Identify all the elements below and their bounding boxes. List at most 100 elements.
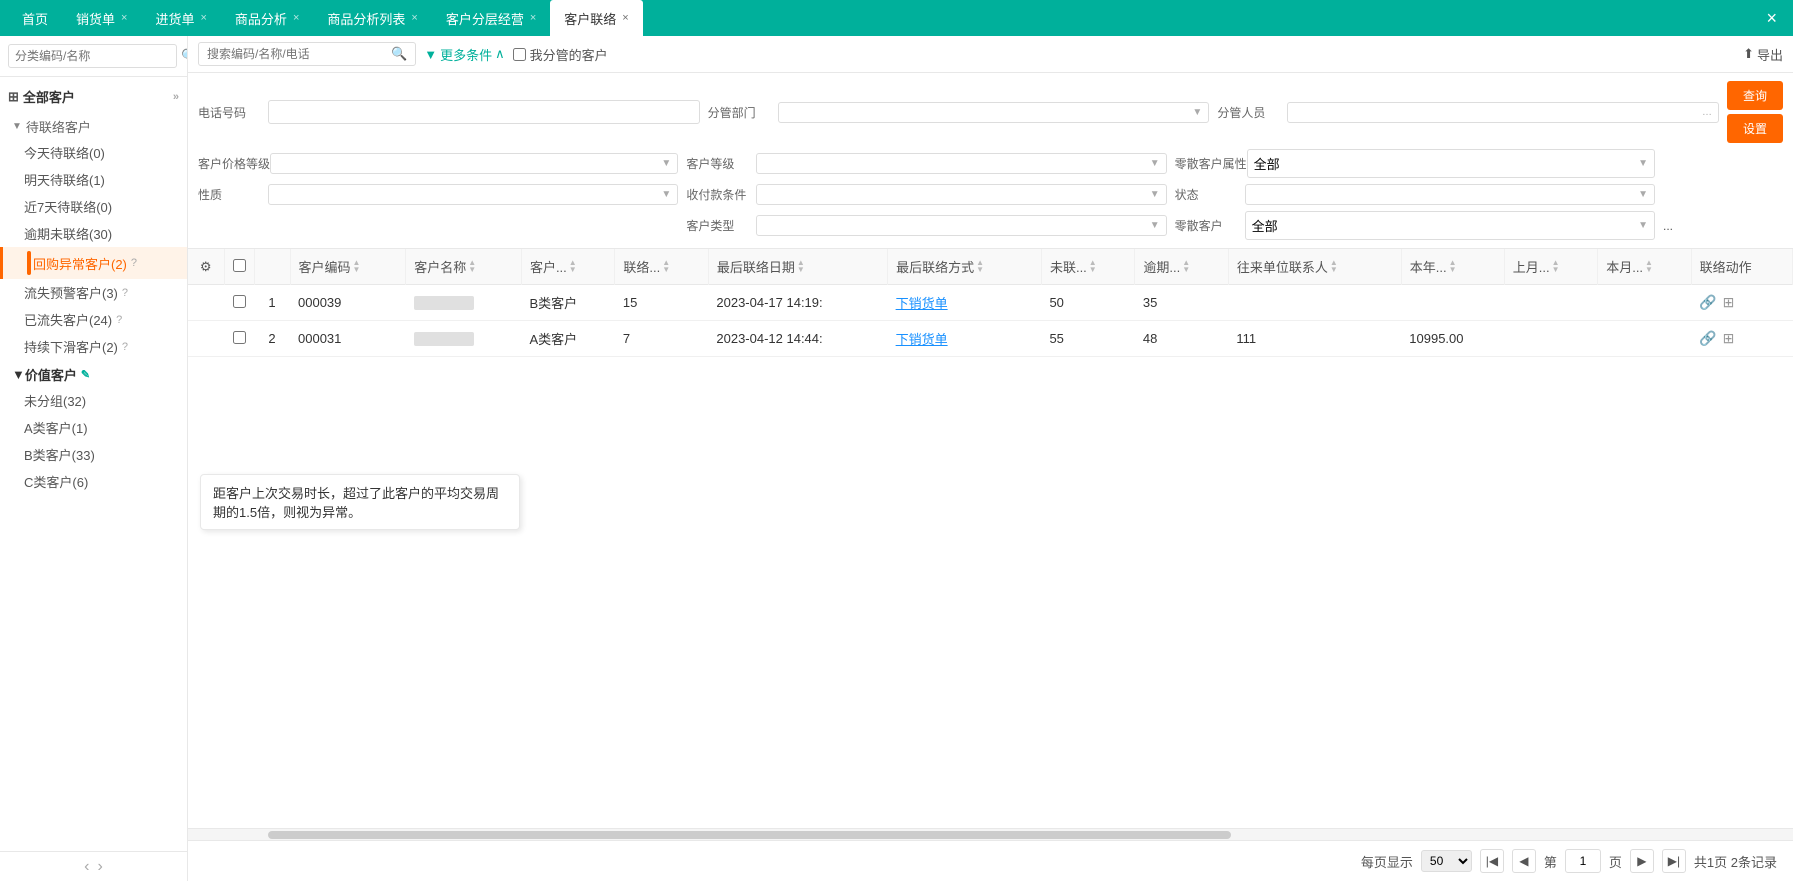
- first-page-btn[interactable]: |◀: [1480, 849, 1504, 873]
- sidebar-item-7day-contact[interactable]: 近7天待联络(0): [0, 193, 187, 220]
- sidebar-search-input[interactable]: [8, 44, 177, 68]
- nature-select[interactable]: ▼: [268, 184, 678, 205]
- customer-type-select[interactable]: ▼: [756, 215, 1166, 236]
- person-select[interactable]: …: [1287, 102, 1719, 123]
- dept-select[interactable]: ▼: [778, 102, 1210, 123]
- help-icon-churned[interactable]: ?: [116, 314, 122, 326]
- row2-link-icon[interactable]: 🔗: [1699, 330, 1716, 347]
- row2-grid-icon[interactable]: ⊞: [1723, 330, 1735, 347]
- help-icon-churn[interactable]: ?: [122, 287, 128, 299]
- help-icon-declining[interactable]: ?: [122, 341, 128, 353]
- sidebar-scroll-right[interactable]: ›: [98, 858, 103, 876]
- main-search-input[interactable]: [207, 47, 387, 61]
- row1-link-icon[interactable]: 🔗: [1699, 294, 1716, 311]
- phone-input[interactable]: [268, 100, 700, 124]
- close-purchase-tab[interactable]: ×: [200, 12, 206, 24]
- row1-name: [406, 285, 522, 321]
- select-all-checkbox[interactable]: [233, 259, 246, 272]
- active-bar: [27, 251, 31, 275]
- sort-last-method[interactable]: ▲▼: [976, 260, 984, 273]
- main-search-icon[interactable]: 🔍: [391, 46, 407, 62]
- th-last-month: 上月... ▲▼: [1504, 249, 1597, 285]
- more-btn[interactable]: ...: [1663, 219, 1673, 233]
- last-page-btn[interactable]: ▶|: [1662, 849, 1686, 873]
- sidebar-item-all-customers[interactable]: ⊞ 全部客户 »: [0, 81, 187, 112]
- row1-index: 1: [254, 285, 290, 321]
- nav-home[interactable]: 首页: [8, 0, 62, 36]
- nav-product-analysis-list[interactable]: 商品分析列表 ×: [313, 0, 431, 36]
- sort-this-year[interactable]: ▲▼: [1449, 260, 1457, 273]
- sidebar-item-ungrouped[interactable]: 未分组(32): [0, 387, 187, 414]
- sort-this-month[interactable]: ▲▼: [1645, 260, 1653, 273]
- retail-attr-select[interactable]: 全部 ▼: [1247, 149, 1655, 178]
- payment-select[interactable]: ▼: [756, 184, 1166, 205]
- sort-unit-contact[interactable]: ▲▼: [1330, 260, 1338, 273]
- th-last-contact-method: 最后联络方式 ▲▼: [888, 249, 1042, 285]
- settings-btn[interactable]: 设置: [1727, 114, 1783, 143]
- sidebar-item-c-class[interactable]: C类客户(6): [0, 468, 187, 495]
- prev-page-btn[interactable]: ◀: [1512, 849, 1536, 873]
- scrollbar-thumb[interactable]: [268, 831, 1231, 839]
- sort-type[interactable]: ▲▼: [569, 260, 577, 273]
- customer-level-select[interactable]: ▼: [756, 153, 1166, 174]
- row1-grid-icon[interactable]: ⊞: [1723, 294, 1735, 311]
- nav-sales[interactable]: 销货单 ×: [62, 0, 141, 36]
- nav-customer-segmentation[interactable]: 客户分层经营 ×: [432, 0, 550, 36]
- row2-select-checkbox[interactable]: [233, 331, 246, 344]
- sort-last-date[interactable]: ▲▼: [797, 260, 805, 273]
- sidebar-item-a-class[interactable]: A类客户(1): [0, 414, 187, 441]
- page-number-input[interactable]: [1565, 849, 1601, 873]
- more-conditions-btn[interactable]: ▼ 更多条件 ∧: [424, 45, 504, 64]
- filter-retail-attr: 零散客户属性 全部 ▼: [1175, 149, 1655, 178]
- sort-overdue[interactable]: ▲▼: [1182, 260, 1190, 273]
- sort-name[interactable]: ▲▼: [468, 260, 476, 273]
- th-code: 客户编码 ▲▼: [290, 249, 406, 285]
- sidebar-item-today-contact[interactable]: 今天待联络(0): [0, 139, 187, 166]
- close-product-analysis-tab[interactable]: ×: [293, 12, 299, 24]
- query-btn[interactable]: 查询: [1727, 81, 1783, 110]
- sort-uncontacted[interactable]: ▲▼: [1089, 260, 1097, 273]
- sidebar-item-b-class[interactable]: B类客户(33): [0, 441, 187, 468]
- next-page-btn[interactable]: ▶: [1630, 849, 1654, 873]
- sidebar-item-tomorrow-contact[interactable]: 明天待联络(1): [0, 166, 187, 193]
- close-product-analysis-list-tab[interactable]: ×: [411, 12, 417, 24]
- nav-purchase[interactable]: 进货单 ×: [141, 0, 220, 36]
- page-size-select[interactable]: 50 20 100: [1421, 850, 1472, 872]
- sidebar-scroll-left[interactable]: ‹: [84, 858, 89, 876]
- sidebar-item-churn-warning[interactable]: 流失预警客户(3) ?: [0, 279, 187, 306]
- sidebar-item-repurchase-abnormal[interactable]: 回购异常客户(2) ?: [0, 247, 187, 279]
- sidebar-collapse-icon[interactable]: »: [173, 91, 179, 103]
- sidebar-item-churned[interactable]: 已流失客户(24) ?: [0, 306, 187, 333]
- my-customers-checkbox[interactable]: [513, 48, 526, 61]
- retail-customer-select[interactable]: 全部 ▼: [1245, 211, 1655, 240]
- row1-select-checkbox[interactable]: [233, 295, 246, 308]
- close-customer-segmentation-tab[interactable]: ×: [530, 12, 536, 24]
- sort-contact[interactable]: ▲▼: [662, 260, 670, 273]
- filter-row-1: 电话号码 分管部门 ▼ 分管人员 …: [198, 81, 1783, 143]
- row1-last-date: 2023-04-17 14:19:: [708, 285, 887, 321]
- close-sales-tab[interactable]: ×: [121, 12, 127, 24]
- sidebar-item-declining[interactable]: 持续下滑客户(2) ?: [0, 333, 187, 360]
- help-icon[interactable]: ?: [131, 257, 137, 269]
- sort-last-month[interactable]: ▲▼: [1552, 260, 1560, 273]
- sidebar-search-icon[interactable]: 🔍: [181, 48, 188, 64]
- row2-name-blur: [414, 332, 474, 346]
- close-window-icon[interactable]: ×: [1758, 8, 1785, 29]
- settings-icon[interactable]: ⚙: [200, 259, 212, 274]
- sort-code[interactable]: ▲▼: [353, 260, 361, 273]
- sidebar-item-overdue-contact[interactable]: 逾期未联络(30): [0, 220, 187, 247]
- edit-groups-icon[interactable]: ✎: [81, 368, 90, 381]
- horizontal-scrollbar[interactable]: [188, 828, 1793, 840]
- filter-person: 分管人员 …: [1217, 102, 1719, 123]
- nav-product-analysis[interactable]: 商品分析 ×: [221, 0, 313, 36]
- export-btn[interactable]: ⬆ 导出: [1743, 45, 1783, 64]
- row2-type: A类客户: [521, 321, 614, 357]
- nav-customer-contact[interactable]: 客户联络 ×: [550, 0, 642, 36]
- status-select[interactable]: ▼: [1245, 184, 1655, 205]
- price-level-select[interactable]: ▼: [270, 153, 678, 174]
- row2-contact: 7: [615, 321, 708, 357]
- sidebar-section-pending[interactable]: ▼ 待联络客户: [0, 112, 187, 139]
- close-customer-contact-tab[interactable]: ×: [622, 12, 628, 24]
- sidebar-subsection-value-customer[interactable]: ▼ 价值客户 ✎: [0, 360, 187, 387]
- filter-nature: 性质 ▼: [198, 184, 678, 205]
